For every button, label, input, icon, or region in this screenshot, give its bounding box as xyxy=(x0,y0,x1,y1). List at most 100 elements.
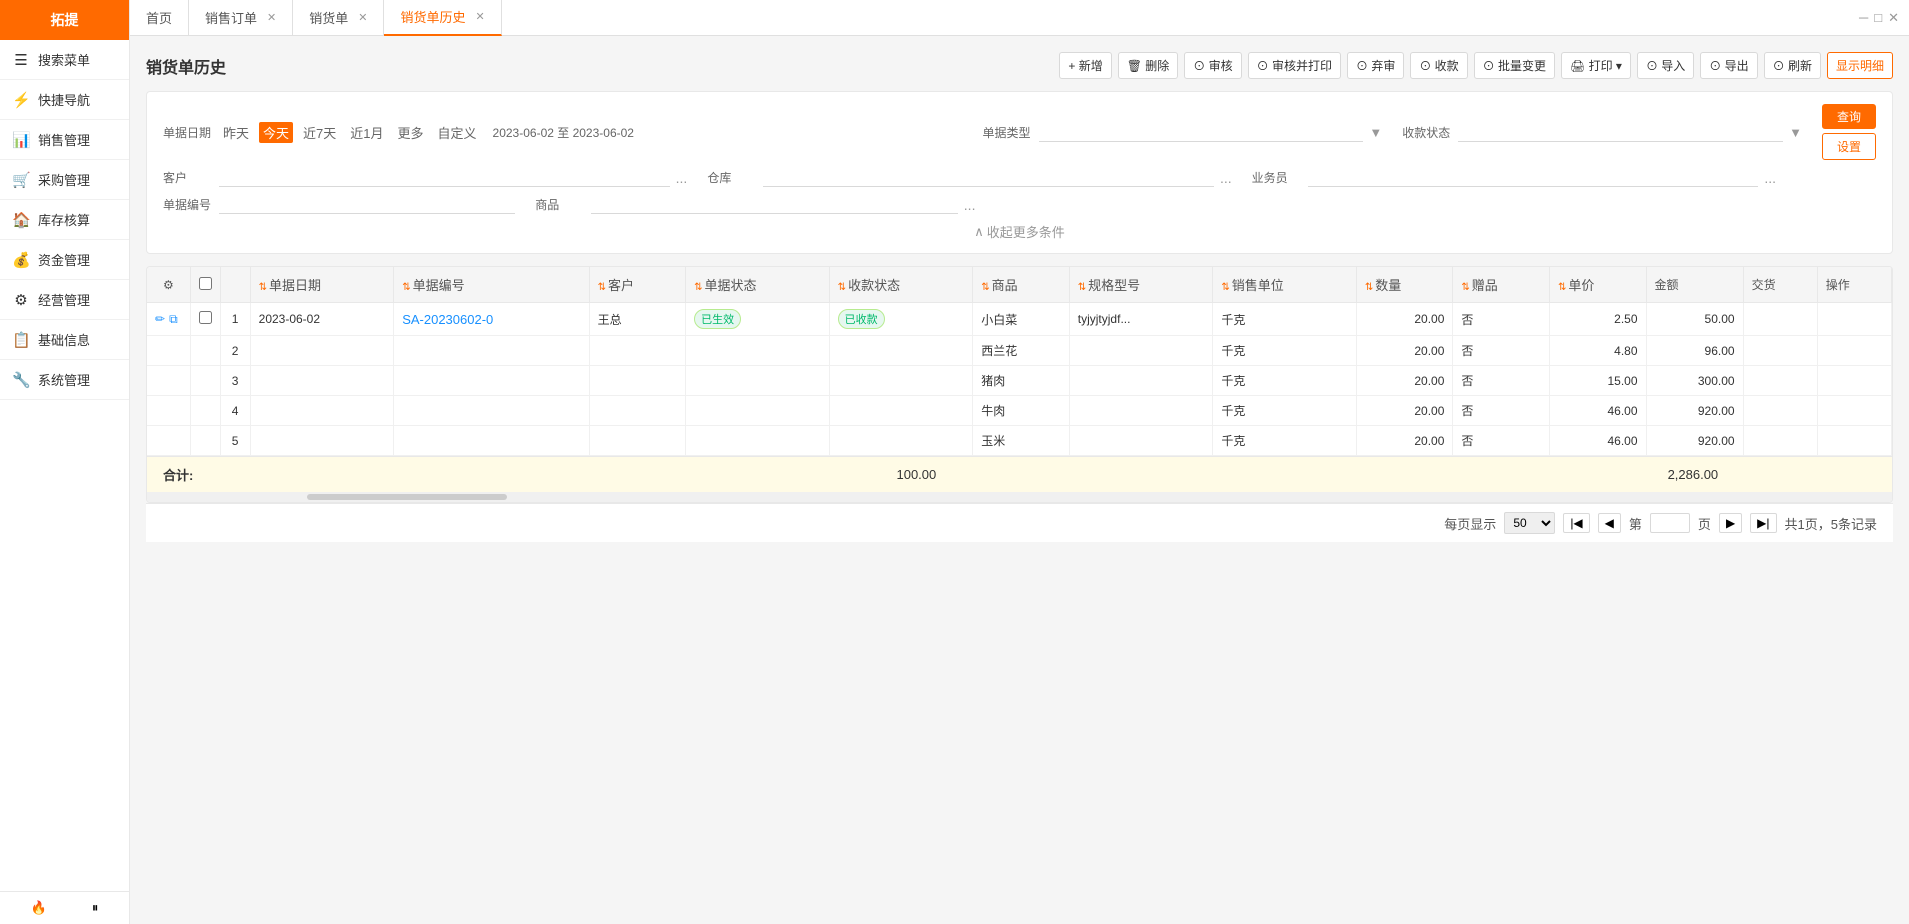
tab-sales-goods-close[interactable]: ✕ xyxy=(358,11,367,24)
col-goods[interactable]: ⇅商品 xyxy=(973,267,1070,303)
refresh-button[interactable]: ⊙ 刷新 xyxy=(1764,52,1821,79)
col-doc-number[interactable]: ⇅单据编号 xyxy=(394,267,589,303)
receive-button[interactable]: ⊙ 收款 xyxy=(1410,52,1467,79)
batch-change-button[interactable]: ⊙ 批量变更 xyxy=(1474,52,1555,79)
set-button[interactable]: 设置 xyxy=(1822,133,1876,160)
sidebar-item-ops-mgmt[interactable]: ⚙ 经营管理 xyxy=(0,280,129,320)
sidebar-item-sys-mgmt[interactable]: 🔧 系统管理 xyxy=(0,360,129,400)
doc-type-input[interactable] xyxy=(1039,123,1364,142)
tab-sales-goods-history[interactable]: 销货单历史 ✕ xyxy=(384,0,501,36)
prev-page-button[interactable]: ◀ xyxy=(1598,513,1621,533)
date-tab-more[interactable]: 更多 xyxy=(394,122,428,143)
cell-checkbox xyxy=(190,303,220,336)
row-checkbox[interactable] xyxy=(199,311,212,324)
edit-icon[interactable]: ✏ xyxy=(155,312,165,326)
page-label: 第 xyxy=(1629,514,1642,533)
status-badge: 已生效 xyxy=(694,309,741,329)
sidebar-item-base-info[interactable]: 📋 基础信息 xyxy=(0,320,129,360)
warehouse-input[interactable] xyxy=(763,168,1214,187)
scrollbar-thumb[interactable] xyxy=(307,494,507,500)
cell-delivery xyxy=(1743,303,1817,336)
sidebar-item-inventory[interactable]: 🏠 库存核算 xyxy=(0,200,129,240)
salesperson-input[interactable] xyxy=(1308,168,1759,187)
window-minimize-icon[interactable]: ─ xyxy=(1859,10,1868,25)
sidebar-item-sales-mgmt[interactable]: 📊 销售管理 xyxy=(0,120,129,160)
customer-input[interactable] xyxy=(219,168,670,187)
import-button[interactable]: ⊙ 导入 xyxy=(1637,52,1694,79)
col-doc-date[interactable]: ⇅单据日期 xyxy=(250,267,394,303)
col-customer[interactable]: ⇅客户 xyxy=(589,267,686,303)
next-page-button[interactable]: ▶ xyxy=(1719,513,1742,533)
copy-icon[interactable]: ⧉ xyxy=(169,312,178,326)
doc-number-input[interactable] xyxy=(219,195,515,214)
payment-status-input[interactable] xyxy=(1458,123,1783,142)
salesperson-dots[interactable]: ... xyxy=(1764,170,1776,186)
tab-sales-order[interactable]: 销售订单 ✕ xyxy=(189,0,293,36)
table-row: 2 西兰花 千克 20.00 否 4.80 96.00 xyxy=(147,336,1892,366)
col-unit[interactable]: ⇅销售单位 xyxy=(1213,267,1357,303)
date-tab-today[interactable]: 今天 xyxy=(259,122,293,143)
query-button[interactable]: 查询 xyxy=(1822,104,1876,129)
filter-salesperson: 业务员 ... xyxy=(1252,168,1776,187)
cell-doc-number xyxy=(394,366,589,396)
page-input[interactable]: 1 xyxy=(1650,513,1690,533)
audit-print-button[interactable]: ⊙ 审核并打印 xyxy=(1248,52,1341,79)
collapse-button[interactable]: ∧ 收起更多条件 xyxy=(974,222,1065,241)
warehouse-dots[interactable]: ... xyxy=(1220,170,1232,186)
col-doc-status[interactable]: ⇅单据状态 xyxy=(686,267,830,303)
cell-customer xyxy=(589,366,686,396)
cell-doc-number xyxy=(394,396,589,426)
cell-op-icons: ✏⧉ xyxy=(147,303,190,336)
col-settings[interactable]: ⚙ xyxy=(147,267,190,303)
doc-number-label: 单据编号 xyxy=(163,196,213,213)
goods-input[interactable] xyxy=(591,195,958,214)
tab-sales-goods-history-close[interactable]: ✕ xyxy=(476,10,485,23)
cell-payment-status: 已收款 xyxy=(829,303,973,336)
select-all-checkbox[interactable] xyxy=(199,277,212,290)
cell-delivery xyxy=(1743,366,1817,396)
cell-gift: 否 xyxy=(1453,336,1550,366)
sidebar-item-finance-mgmt[interactable]: 💰 资金管理 xyxy=(0,240,129,280)
page-title: 销货单历史 xyxy=(146,54,226,78)
fire-icon[interactable]: 🔥 xyxy=(31,900,47,916)
add-button[interactable]: + 新增 xyxy=(1059,52,1111,79)
tab-home[interactable]: 首页 xyxy=(130,0,189,36)
cell-customer xyxy=(589,396,686,426)
export-button[interactable]: ⊙ 导出 xyxy=(1700,52,1757,79)
goods-dots[interactable]: ... xyxy=(964,197,976,213)
per-page-select[interactable]: 50 100 200 xyxy=(1504,512,1555,534)
sidebar-item-purchase-mgmt[interactable]: 🛒 采购管理 xyxy=(0,160,129,200)
window-close-icon[interactable]: ✕ xyxy=(1888,10,1899,26)
doc-type-dropdown-icon[interactable]: ▼ xyxy=(1369,125,1382,140)
window-maximize-icon[interactable]: □ xyxy=(1874,10,1882,25)
col-quantity[interactable]: ⇅数量 xyxy=(1356,267,1453,303)
col-gift[interactable]: ⇅赠品 xyxy=(1453,267,1550,303)
tab-sales-goods[interactable]: 销货单 ✕ xyxy=(293,0,384,36)
col-spec[interactable]: ⇅规格型号 xyxy=(1069,267,1213,303)
col-unit-price[interactable]: ⇅单价 xyxy=(1549,267,1646,303)
show-detail-button[interactable]: 显示明细 xyxy=(1827,52,1893,79)
col-payment-status[interactable]: ⇅收款状态 xyxy=(829,267,973,303)
cell-delivery xyxy=(1743,426,1817,456)
date-tab-yesterday[interactable]: 昨天 xyxy=(219,122,253,143)
pause-icon[interactable]: ⏸ xyxy=(92,900,99,916)
date-tab-7days[interactable]: 近7天 xyxy=(299,122,340,143)
date-tab-custom[interactable]: 自定义 xyxy=(434,122,481,143)
abandon-button[interactable]: ⊙ 弃审 xyxy=(1347,52,1404,79)
filter-date: 单据日期 昨天 今天 近7天 近1月 更多 自定义 2023-06-02 至 2… xyxy=(163,122,963,143)
sidebar-item-search-menu[interactable]: ☰ 搜索菜单 xyxy=(0,40,129,80)
customer-dots[interactable]: ... xyxy=(676,170,688,186)
payment-status-dropdown-icon[interactable]: ▼ xyxy=(1789,125,1802,140)
sidebar-item-quick-nav[interactable]: ⚡ 快捷导航 xyxy=(0,80,129,120)
table-scrollbar[interactable] xyxy=(147,492,1892,502)
doc-type-label: 单据类型 xyxy=(983,124,1033,141)
tab-sales-order-label: 销售订单 xyxy=(205,8,257,27)
print-button[interactable]: 🖨 打印 ▾ xyxy=(1561,52,1631,79)
date-tab-1month[interactable]: 近1月 xyxy=(346,122,387,143)
audit-button[interactable]: ⊙ 审核 xyxy=(1184,52,1241,79)
tab-sales-order-close[interactable]: ✕ xyxy=(267,11,276,24)
delete-button[interactable]: 🗑 删除 xyxy=(1118,52,1179,79)
doc-number-link[interactable]: SA-20230602-0 xyxy=(402,312,493,327)
first-page-button[interactable]: |◀ xyxy=(1563,513,1589,533)
last-page-button[interactable]: ▶| xyxy=(1750,513,1776,533)
